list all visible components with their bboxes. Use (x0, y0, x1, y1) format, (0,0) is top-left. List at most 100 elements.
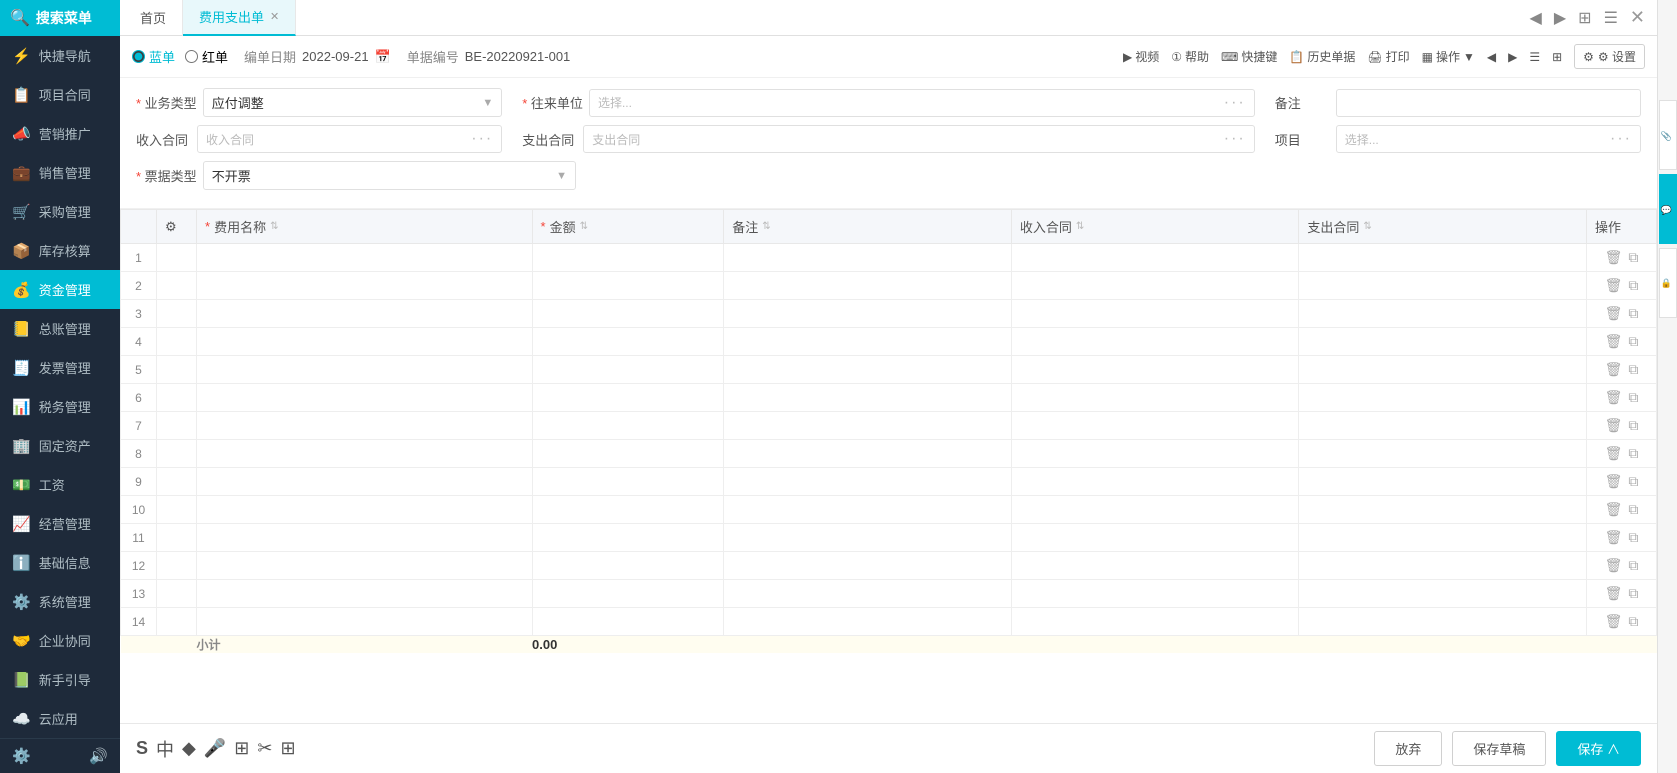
action-video[interactable]: ▶ 视频 (1123, 48, 1159, 65)
row-expense-contract[interactable] (1299, 412, 1587, 440)
row-name[interactable] (197, 356, 533, 384)
tabs-next-icon[interactable]: ▶ (1550, 4, 1570, 32)
tab-home[interactable]: 首页 (124, 0, 183, 36)
sidebar-item-cloud-apps[interactable]: ☁️云应用 (0, 699, 120, 738)
row-delete-icon[interactable]: 🗑 (1605, 361, 1623, 378)
action-history[interactable]: 📋 历史单据 (1289, 48, 1355, 65)
row-amount[interactable] (532, 608, 724, 636)
tab-expense-form[interactable]: 费用支出单 ✕ (183, 0, 296, 36)
row-delete-icon[interactable]: 🗑 (1605, 529, 1623, 546)
radio-red[interactable]: 红单 (185, 47, 228, 66)
row-delete-icon[interactable]: 🗑 (1605, 473, 1623, 490)
th-name-sort-icon[interactable]: ⇅ (270, 221, 278, 232)
sidebar-header[interactable]: 🔍 搜索菜单 (0, 0, 120, 36)
action-print[interactable]: 🖨 打印 (1367, 48, 1409, 65)
business-type-input[interactable]: 应付调整 ▼ (203, 88, 503, 117)
right-tab-2[interactable]: 💬 (1659, 174, 1677, 244)
sidebar-item-ops-mgmt[interactable]: 📈经营管理 (0, 504, 120, 543)
row-delete-icon[interactable]: 🗑 (1605, 333, 1623, 350)
row-delete-icon[interactable]: 🗑 (1605, 389, 1623, 406)
row-name[interactable] (197, 384, 533, 412)
row-name[interactable] (197, 412, 533, 440)
tabs-grid-icon[interactable]: ⊞ (1574, 4, 1595, 32)
row-income-contract[interactable] (1011, 580, 1299, 608)
row-note[interactable] (724, 328, 1012, 356)
chinese-icon[interactable]: 中 (156, 736, 174, 762)
right-tab-1[interactable]: 📎 (1659, 100, 1677, 170)
row-amount[interactable] (532, 468, 724, 496)
scissors-icon[interactable]: ✂ (257, 738, 272, 759)
row-expense-contract[interactable] (1299, 468, 1587, 496)
row-income-contract[interactable] (1011, 412, 1299, 440)
row-copy-icon[interactable]: ⧉ (1628, 473, 1638, 490)
row-income-contract[interactable] (1011, 608, 1299, 636)
expense-contract-input[interactable]: 支出合同 ··· (583, 125, 1255, 153)
row-delete-icon[interactable]: 🗑 (1605, 585, 1623, 602)
row-delete-icon[interactable]: 🗑 (1605, 305, 1623, 322)
row-name[interactable] (197, 552, 533, 580)
row-income-contract[interactable] (1011, 244, 1299, 272)
row-amount[interactable] (532, 244, 724, 272)
sidebar-item-payroll[interactable]: 💵工资 (0, 465, 120, 504)
tab-close-icon[interactable]: ✕ (270, 10, 279, 23)
nav-prev-icon[interactable]: ◀ (1487, 50, 1496, 64)
row-expense-contract[interactable] (1299, 524, 1587, 552)
row-delete-icon[interactable]: 🗑 (1605, 445, 1623, 462)
sidebar-item-sales-mgmt[interactable]: 💼销售管理 (0, 153, 120, 192)
row-expense-contract[interactable] (1299, 300, 1587, 328)
row-amount[interactable] (532, 328, 724, 356)
tabs-prev-icon[interactable]: ◀ (1526, 4, 1546, 32)
row-name[interactable] (197, 244, 533, 272)
nav-next-icon[interactable]: ▶ (1508, 50, 1517, 64)
sidebar-item-tax-mgmt[interactable]: 📊税务管理 (0, 387, 120, 426)
radio-blue[interactable]: 蓝单 (132, 47, 175, 66)
row-expense-contract[interactable] (1299, 496, 1587, 524)
save-draft-button[interactable]: 保存草稿 (1452, 731, 1546, 766)
radio-red-input[interactable] (185, 50, 198, 63)
row-expense-contract[interactable] (1299, 608, 1587, 636)
row-note[interactable] (724, 384, 1012, 412)
row-copy-icon[interactable]: ⧉ (1628, 277, 1638, 294)
audio-icon[interactable]: 🔊 (89, 747, 108, 765)
row-delete-icon[interactable]: 🗑 (1605, 277, 1623, 294)
settings-button[interactable]: ⚙ ⚙ 设置 (1574, 44, 1645, 69)
action-shortcut[interactable]: ⌨ 快捷键 (1221, 48, 1277, 65)
row-expense-contract[interactable] (1299, 356, 1587, 384)
row-copy-icon[interactable]: ⧉ (1628, 557, 1638, 574)
row-copy-icon[interactable]: ⧉ (1628, 501, 1638, 518)
row-amount[interactable] (532, 524, 724, 552)
row-note[interactable] (724, 412, 1012, 440)
view-grid-icon[interactable]: ⊞ (1552, 50, 1562, 64)
row-copy-icon[interactable]: ⧉ (1628, 361, 1638, 378)
calendar-icon[interactable]: 📅 (375, 49, 391, 65)
row-note[interactable] (724, 552, 1012, 580)
th-gear[interactable]: ⚙ (157, 210, 197, 244)
row-copy-icon[interactable]: ⧉ (1628, 417, 1638, 434)
row-delete-icon[interactable]: 🗑 (1605, 613, 1623, 630)
row-amount[interactable] (532, 300, 724, 328)
row-expense-contract[interactable] (1299, 244, 1587, 272)
partner-input[interactable]: 选择... ··· (589, 89, 1255, 117)
row-name[interactable] (197, 468, 533, 496)
sidebar-item-new-guide[interactable]: 📗新手引导 (0, 660, 120, 699)
row-income-contract[interactable] (1011, 524, 1299, 552)
row-copy-icon[interactable]: ⧉ (1628, 249, 1638, 266)
row-copy-icon[interactable]: ⧉ (1628, 305, 1638, 322)
invoice-type-input[interactable]: 不开票 ▼ (203, 161, 576, 190)
row-expense-contract[interactable] (1299, 440, 1587, 468)
settings-icon[interactable]: ⚙️ (12, 747, 31, 765)
discard-button[interactable]: 放弃 (1374, 731, 1442, 766)
sidebar-item-enterprise-coop[interactable]: 🤝企业协同 (0, 621, 120, 660)
sidebar-item-project-contract[interactable]: 📋项目合同 (0, 75, 120, 114)
row-note[interactable] (724, 300, 1012, 328)
row-note[interactable] (724, 468, 1012, 496)
row-copy-icon[interactable]: ⧉ (1628, 529, 1638, 546)
action-help[interactable]: ① 帮助 (1171, 48, 1209, 65)
row-copy-icon[interactable]: ⧉ (1628, 585, 1638, 602)
row-note[interactable] (724, 356, 1012, 384)
remark-input[interactable] (1336, 89, 1641, 117)
row-amount[interactable] (532, 552, 724, 580)
row-income-contract[interactable] (1011, 440, 1299, 468)
row-delete-icon[interactable]: 🗑 (1605, 557, 1623, 574)
sidebar-item-quick-nav[interactable]: ⚡快捷导航 (0, 36, 120, 75)
